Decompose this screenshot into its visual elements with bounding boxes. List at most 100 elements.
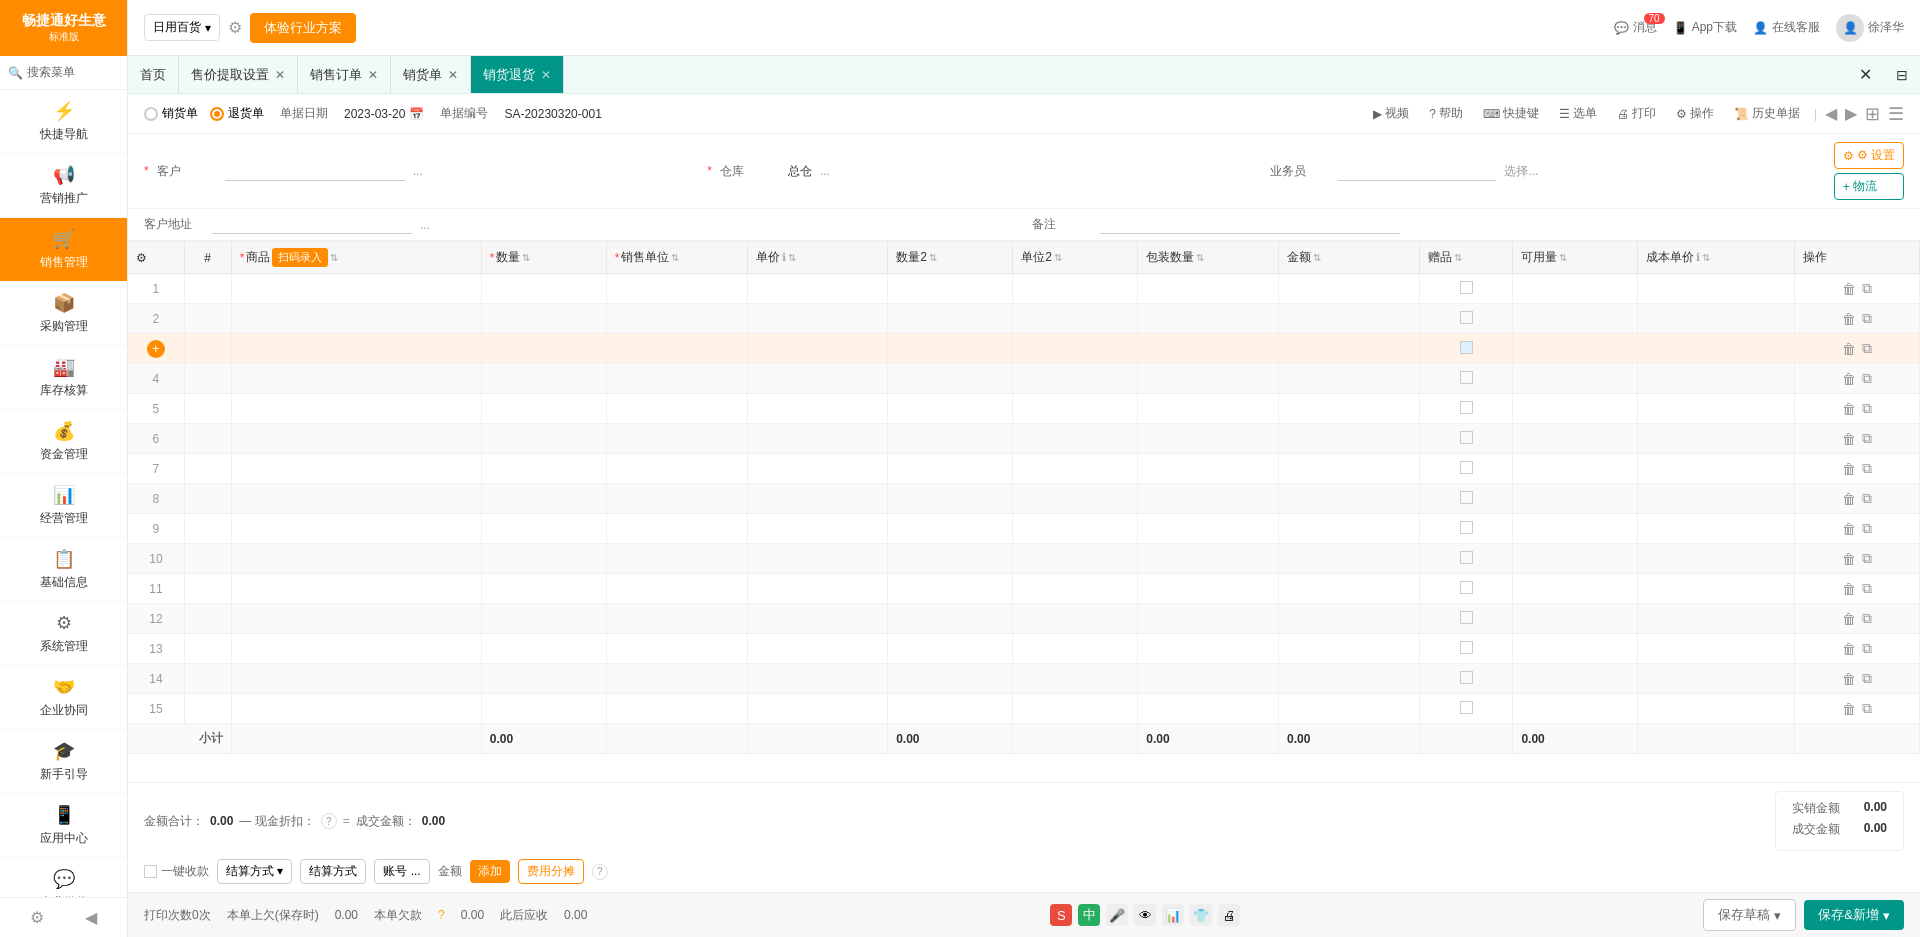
available-cell[interactable] — [1513, 334, 1638, 364]
sort-product-icon[interactable]: ⇅ — [330, 252, 338, 263]
copy-row-icon[interactable]: ⧉ — [1862, 550, 1872, 567]
help-btn[interactable]: ? 帮助 — [1423, 102, 1469, 125]
copy-row-icon[interactable]: ⧉ — [1862, 400, 1872, 417]
delete-row-icon[interactable]: 🗑 — [1842, 461, 1856, 477]
tab-sales-order[interactable]: 销售订单 ✕ — [298, 56, 391, 93]
delete-row-icon[interactable]: 🗑 — [1842, 281, 1856, 297]
footer-icon-5[interactable]: 📊 — [1162, 904, 1184, 926]
footer-icon-6[interactable]: 👕 — [1190, 904, 1212, 926]
sidebar-item-finance[interactable]: 💰 资金管理 — [0, 410, 127, 474]
online-service-btn[interactable]: 👤 在线客服 — [1753, 19, 1820, 36]
sort-qty-icon[interactable]: ⇅ — [522, 252, 530, 263]
sidebar-item-system[interactable]: ⚙ 系统管理 — [0, 602, 127, 666]
sort-amount-icon[interactable]: ⇅ — [1313, 252, 1321, 263]
tab-price-setting[interactable]: 售价提取设置 ✕ — [179, 56, 298, 93]
sort-gift-icon[interactable]: ⇅ — [1454, 252, 1462, 263]
gift-cell[interactable] — [1419, 274, 1513, 304]
qty2-cell[interactable] — [888, 274, 1013, 304]
add-row-btn[interactable]: + — [147, 340, 165, 358]
actions-btn[interactable]: ⚙ 操作 — [1670, 102, 1720, 125]
delete-row-icon[interactable]: 🗑 — [1842, 341, 1856, 357]
delete-row-icon[interactable]: 🗑 — [1842, 371, 1856, 387]
price-cell[interactable] — [747, 304, 888, 334]
search-menu[interactable]: 🔍 搜索菜单 — [0, 56, 127, 90]
copy-row-icon[interactable]: ⧉ — [1862, 520, 1872, 537]
tab-sales-delivery[interactable]: 销货单 ✕ — [391, 56, 471, 93]
trial-btn[interactable]: 体验行业方案 — [250, 13, 356, 43]
add-payment-btn[interactable]: 添加 — [470, 860, 510, 883]
sidebar-item-apps[interactable]: 📱 应用中心 — [0, 794, 127, 858]
copy-row-icon[interactable]: ⧉ — [1862, 340, 1872, 357]
delete-row-icon[interactable]: 🗑 — [1842, 641, 1856, 657]
list-view-icon[interactable]: ☰ — [1888, 103, 1904, 125]
unit2-cell[interactable] — [1013, 304, 1138, 334]
available-cell[interactable] — [1513, 304, 1638, 334]
sidebar-item-wechat[interactable]: 💬 企业微信 — [0, 858, 127, 897]
cost-cell[interactable] — [1638, 304, 1794, 334]
cost-cell[interactable] — [1638, 334, 1794, 364]
settings-float-btn[interactable]: ⚙ ⚙ 设置 — [1834, 142, 1904, 169]
add-logistics-btn[interactable]: + 物流 — [1834, 173, 1904, 200]
one-click-payment-cb[interactable]: 一键收款 — [144, 863, 209, 880]
pkg-cell[interactable] — [1138, 274, 1279, 304]
sidebar-item-shortcut[interactable]: ⚡ 快捷导航 — [0, 90, 127, 154]
video-btn[interactable]: ▶ 视频 — [1367, 102, 1415, 125]
footer-icon-3[interactable]: 🎤 — [1106, 904, 1128, 926]
qty-cell[interactable] — [481, 304, 606, 334]
header-settings-icon[interactable]: ⚙ — [228, 18, 242, 37]
address-more-btn[interactable]: ... — [420, 218, 430, 232]
sort-unit2-icon[interactable]: ⇅ — [1054, 252, 1062, 263]
product-cell-active[interactable] — [231, 334, 481, 364]
select-btn[interactable]: ☰ 选单 — [1553, 102, 1603, 125]
customer-more-btn[interactable]: ... — [413, 164, 423, 178]
sort-cost-icon[interactable]: ⇅ — [1702, 252, 1710, 263]
sort-qty2-icon[interactable]: ⇅ — [929, 252, 937, 263]
tab-price-setting-close[interactable]: ✕ — [275, 68, 285, 82]
th-settings[interactable]: ⚙ — [128, 242, 184, 274]
calendar-icon[interactable]: 📅 — [409, 107, 424, 121]
copy-row-icon[interactable]: ⧉ — [1862, 460, 1872, 477]
collapse-icon[interactable]: ◀ — [85, 908, 97, 927]
footer-icon-7[interactable]: 🖨 — [1218, 904, 1240, 926]
staff-input[interactable] — [1338, 162, 1496, 181]
qty-cell[interactable] — [481, 334, 606, 364]
grid-view-icon[interactable]: ⊞ — [1865, 103, 1880, 125]
unit2-cell[interactable] — [1013, 334, 1138, 364]
tab-home[interactable]: 首页 — [128, 56, 179, 93]
address-input[interactable] — [212, 215, 412, 234]
save-draft-btn[interactable]: 保存草稿 ▾ — [1703, 899, 1796, 931]
radio-delivery[interactable]: 销货单 — [144, 105, 198, 122]
remark-input[interactable] — [1100, 215, 1400, 234]
sort-unit-icon[interactable]: ⇅ — [671, 252, 679, 263]
copy-row-icon[interactable]: ⧉ — [1862, 280, 1872, 297]
close-all-tabs-btn[interactable]: ✕ — [1847, 56, 1884, 93]
qty-cell[interactable] — [481, 274, 606, 304]
settings-bottom-icon[interactable]: ⚙ — [30, 908, 44, 927]
settlement-select[interactable]: 结算方式 ▾ — [217, 859, 292, 884]
footer-icon-4[interactable]: 👁 — [1134, 904, 1156, 926]
cost-cell[interactable] — [1638, 274, 1794, 304]
sidebar-item-inventory[interactable]: 🏭 库存核算 — [0, 346, 127, 410]
copy-row-icon[interactable]: ⧉ — [1862, 490, 1872, 507]
sidebar-item-purchase[interactable]: 📦 采购管理 — [0, 282, 127, 346]
price-cell[interactable] — [747, 274, 888, 304]
customer-input[interactable] — [225, 162, 405, 181]
tab-sales-return[interactable]: 销货退货 ✕ — [471, 56, 564, 93]
product-cell[interactable] — [231, 304, 481, 334]
delete-row-icon[interactable]: 🗑 — [1842, 581, 1856, 597]
warehouse-more-btn[interactable]: ... — [820, 164, 830, 178]
nav-prev-icon[interactable]: ◀ — [1825, 104, 1837, 123]
gift-cell[interactable] — [1419, 334, 1513, 364]
sidebar-item-marketing[interactable]: 📢 营销推广 — [0, 154, 127, 218]
sidebar-item-sales[interactable]: 🛒 销售管理 — [0, 218, 127, 282]
sidebar-item-operation[interactable]: 📊 经营管理 — [0, 474, 127, 538]
tab-sales-order-close[interactable]: ✕ — [368, 68, 378, 82]
date-value[interactable]: 2023-03-20 — [344, 107, 405, 121]
account-select[interactable]: 账号 ... — [374, 859, 429, 884]
pkg-cell[interactable] — [1138, 334, 1279, 364]
history-btn[interactable]: 📜 历史单据 — [1728, 102, 1806, 125]
product-cell[interactable] — [231, 274, 481, 304]
delete-row-icon[interactable]: 🗑 — [1842, 521, 1856, 537]
delete-row-icon[interactable]: 🗑 — [1842, 431, 1856, 447]
pkg-cell[interactable] — [1138, 304, 1279, 334]
